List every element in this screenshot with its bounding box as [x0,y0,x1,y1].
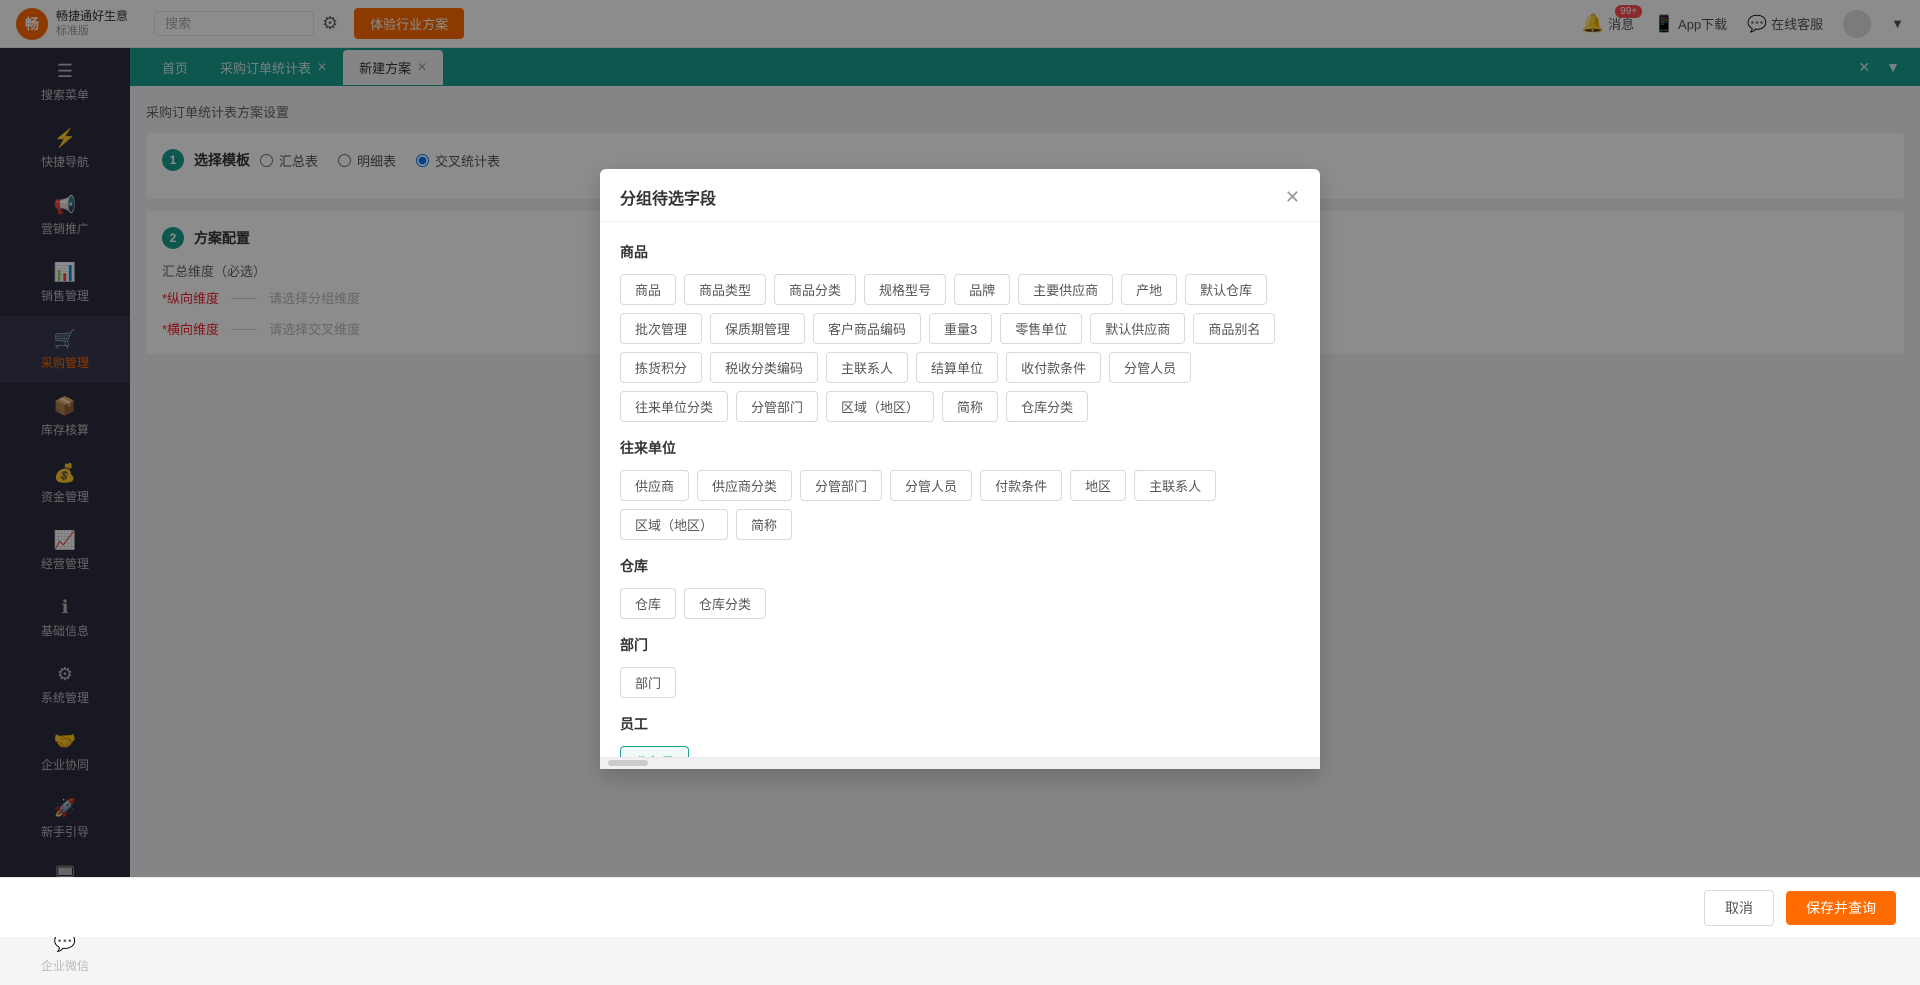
field-tag-dept[interactable]: 分管部门 [736,391,818,422]
department-field-tags: 部门 [620,667,1300,698]
field-tag-main-contact2[interactable]: 主联系人 [1134,470,1216,501]
field-tag-batch[interactable]: 批次管理 [620,313,702,344]
field-tag-default-supplier[interactable]: 默认供应商 [1090,313,1185,344]
field-tag-supplier-cat[interactable]: 供应商分类 [697,470,792,501]
field-tag-area[interactable]: 地区 [1070,470,1126,501]
modal-overlay: 分组待选字段 ✕ 商品 商品 商品类型 商品分类 规格型号 品牌 主要供应商 产… [0,0,1920,937]
field-tag-warehouse-category[interactable]: 仓库分类 [684,588,766,619]
warehouse-field-tags: 仓库 仓库分类 [620,588,1300,619]
section-title-goods: 商品 [620,242,1300,262]
field-tag-pick-score[interactable]: 拣货积分 [620,352,702,383]
page-footer: 取消 保存并查询 [0,877,1920,937]
modal-body: 商品 商品 商品类型 商品分类 规格型号 品牌 主要供应商 产地 默认仓库 批次… [600,222,1320,757]
field-tag-tax-code[interactable]: 税收分类编码 [710,352,818,383]
field-tag-retail-unit[interactable]: 零售单位 [1000,313,1082,344]
field-tag-manage-person[interactable]: 分管人员 [890,470,972,501]
cancel-button[interactable]: 取消 [1704,890,1774,926]
field-tag-goods-type[interactable]: 商品类型 [684,274,766,305]
field-tag-salesperson[interactable]: 业务员 [620,746,689,757]
staff-field-tags: 业务员 [620,746,1300,757]
field-tag-warehouse-cat[interactable]: 仓库分类 [1006,391,1088,422]
modal-header: 分组待选字段 ✕ [600,169,1320,222]
field-tag-main-supplier[interactable]: 主要供应商 [1018,274,1113,305]
field-tag-manage-dept[interactable]: 分管部门 [800,470,882,501]
field-tag-counterpart-category[interactable]: 往来单位分类 [620,391,728,422]
field-tag-brand[interactable]: 品牌 [954,274,1010,305]
field-tag-region[interactable]: 区域（地区） [826,391,934,422]
save-query-button[interactable]: 保存并查询 [1786,891,1896,925]
field-tag-customer-code[interactable]: 客户商品编码 [813,313,921,344]
field-tag-pay-condition[interactable]: 付款条件 [980,470,1062,501]
field-tag-payment-terms[interactable]: 收付款条件 [1006,352,1101,383]
field-tag-goods-category[interactable]: 商品分类 [774,274,856,305]
section-title-counterpart: 往来单位 [620,438,1300,458]
field-tag-default-warehouse[interactable]: 默认仓库 [1185,274,1267,305]
field-tag-origin[interactable]: 产地 [1121,274,1177,305]
field-tag-department[interactable]: 部门 [620,667,676,698]
field-tag-goods[interactable]: 商品 [620,274,676,305]
field-tag-short-name2[interactable]: 简称 [736,509,792,540]
horizontal-scrollbar-thumb [608,760,648,766]
field-tag-warehouse[interactable]: 仓库 [620,588,676,619]
field-tag-expiry[interactable]: 保质期管理 [710,313,805,344]
section-title-staff: 员工 [620,714,1300,734]
section-title-warehouse: 仓库 [620,556,1300,576]
modal-scrollbar-area [600,757,1320,769]
field-tag-weight3[interactable]: 重量3 [929,313,992,344]
modal-close-button[interactable]: ✕ [1285,188,1300,206]
field-tag-supplier[interactable]: 供应商 [620,470,689,501]
modal-title: 分组待选字段 [620,185,716,209]
field-select-modal: 分组待选字段 ✕ 商品 商品 商品类型 商品分类 规格型号 品牌 主要供应商 产… [600,169,1320,769]
field-tag-short-name[interactable]: 简称 [942,391,998,422]
field-tag-manager[interactable]: 分管人员 [1109,352,1191,383]
field-tag-alias[interactable]: 商品别名 [1193,313,1275,344]
section-title-department: 部门 [620,635,1300,655]
field-tag-spec[interactable]: 规格型号 [864,274,946,305]
field-tag-main-contact[interactable]: 主联系人 [826,352,908,383]
field-tag-settlement-unit[interactable]: 结算单位 [916,352,998,383]
goods-field-tags: 商品 商品类型 商品分类 规格型号 品牌 主要供应商 产地 默认仓库 批次管理 … [620,274,1300,422]
counterpart-field-tags: 供应商 供应商分类 分管部门 分管人员 付款条件 地区 主联系人 区域（地区） … [620,470,1300,540]
field-tag-region2[interactable]: 区域（地区） [620,509,728,540]
